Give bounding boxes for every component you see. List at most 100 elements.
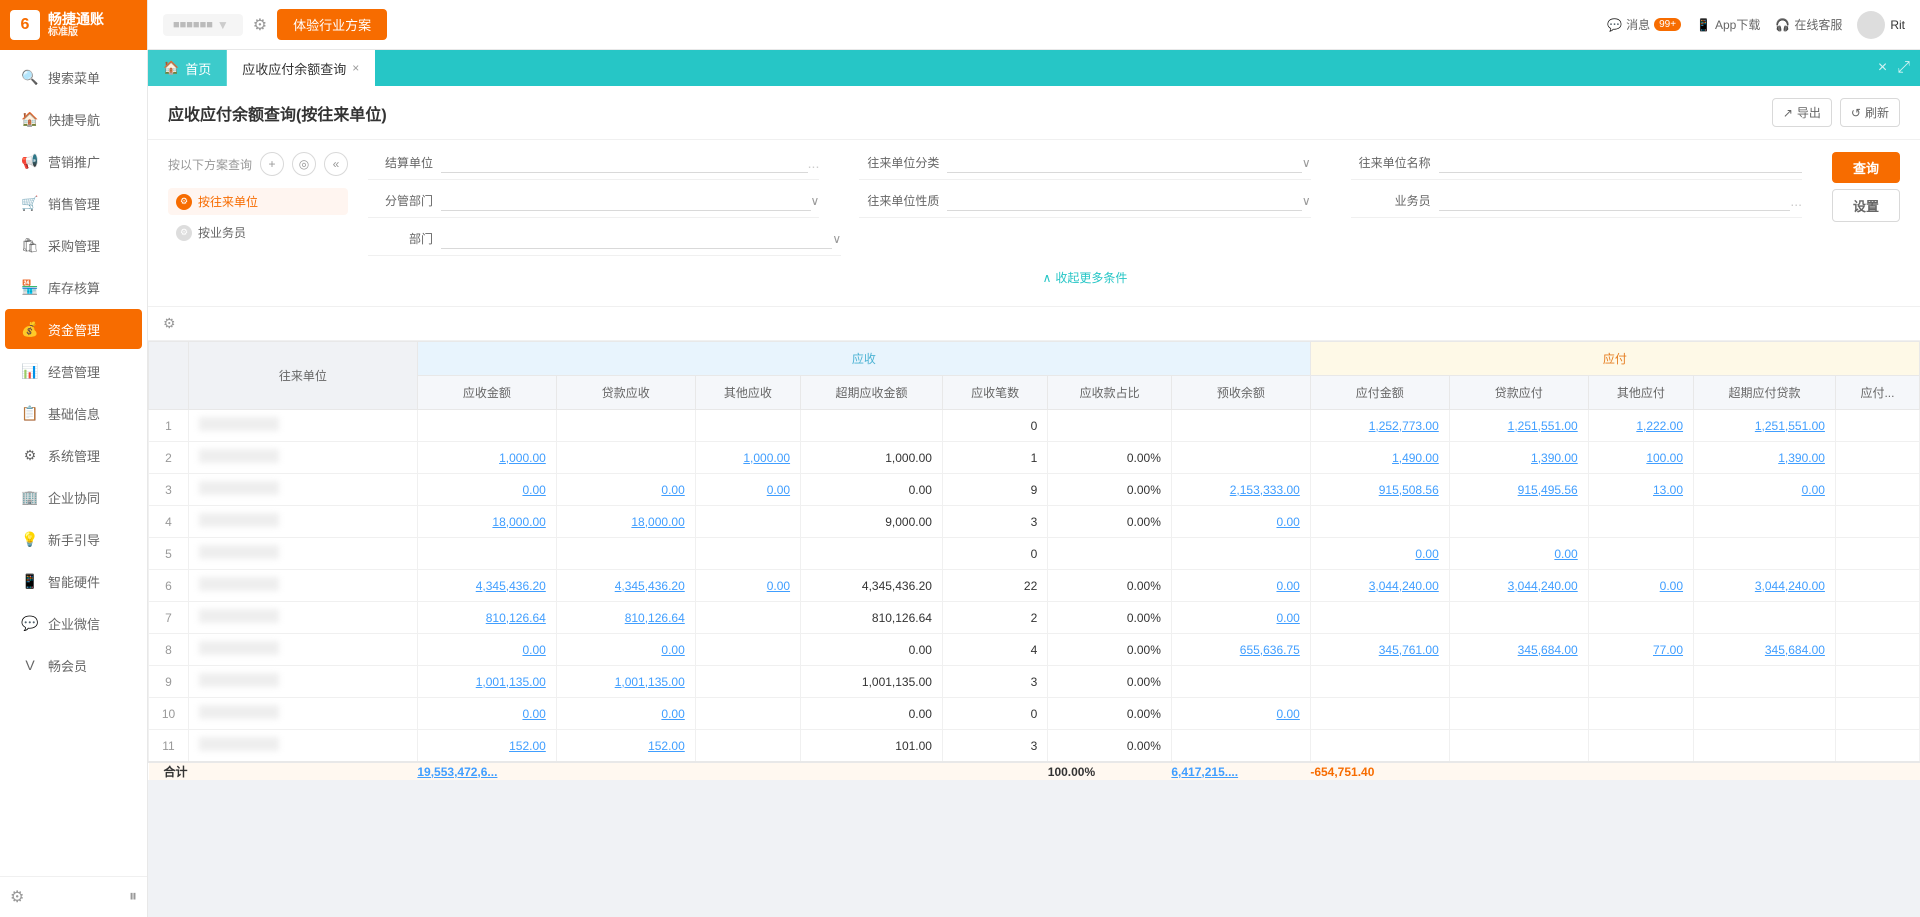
cell-value: 1,000.00: [801, 442, 943, 474]
export-button[interactable]: ↗ 导出: [1772, 98, 1832, 127]
sidebar-item-guide[interactable]: 💡新手引导: [5, 519, 142, 559]
query-button[interactable]: 查询: [1832, 152, 1900, 183]
sidebar-item-search-menu[interactable]: 🔍搜索菜单: [5, 57, 142, 97]
cell-value: 0.00%: [1048, 442, 1172, 474]
footer-overdue-ap: [1694, 762, 1836, 780]
more-filter-icon[interactable]: «: [324, 152, 348, 176]
table-row: 6 4,345,436.20 4,345,436.20 0.00 4,345,4…: [149, 570, 1920, 602]
cell-value: 3: [942, 730, 1047, 763]
tab-close-icon[interactable]: ×: [352, 61, 359, 75]
cell-empty: [1835, 538, 1919, 570]
sidebar-item-basic-info[interactable]: 📋基础信息: [5, 393, 142, 433]
department-input[interactable]: [441, 228, 832, 249]
table-scroll[interactable]: 往来单位 应收 应付 应收金额 贷款应收 其他应收 超期应收金额 应收笔数 应收…: [148, 341, 1920, 780]
sidebar-item-vip[interactable]: V畅会员: [5, 645, 142, 685]
cell-value: 0.00%: [1048, 506, 1172, 538]
partner-nature-input[interactable]: [947, 190, 1302, 211]
cell-value: 1,222.00: [1588, 410, 1693, 442]
dept-label: 分管部门: [368, 192, 433, 209]
sidebar-item-sales[interactable]: 🛒销售管理: [5, 183, 142, 223]
spacer: [819, 152, 859, 180]
sidebar-item-smart-hw[interactable]: 📱智能硬件: [5, 561, 142, 601]
settings-button[interactable]: 设置: [1832, 189, 1900, 222]
tabbar-close-icon[interactable]: ×: [1878, 59, 1887, 77]
collapse-btn[interactable]: ∧ 收起更多条件: [368, 261, 1802, 294]
breadcrumb: ■■■■■■ ▼: [163, 14, 243, 36]
cell-value: 0.00: [1171, 602, 1310, 634]
table-row: 9 1,001,135.00 1,001,135.00 1,001,135.00…: [149, 666, 1920, 698]
salesperson-input[interactable]: [1439, 190, 1791, 211]
spacer4: [1311, 190, 1351, 218]
tab-home[interactable]: 🏠 首页: [148, 50, 227, 86]
logo-icon: 6: [10, 10, 40, 40]
cell-value: 655,636.75: [1171, 634, 1310, 666]
sidebar-item-finance[interactable]: 💰资金管理: [5, 309, 142, 349]
spacer2: [1311, 152, 1351, 180]
cell-empty: [1835, 634, 1919, 666]
tabbar-expand-icon[interactable]: ⤢: [1897, 59, 1910, 77]
collapse-icon: ∧: [1043, 271, 1052, 285]
cell-value: 3,044,240.00: [1310, 570, 1449, 602]
cell-value: 2: [942, 602, 1047, 634]
table-settings-icon[interactable]: ⚙: [163, 315, 176, 332]
partner-cat-arrow: ∨: [1302, 156, 1311, 170]
cell-value: 4,345,436.20: [801, 570, 943, 602]
app-download-item[interactable]: 📱 App下载: [1696, 16, 1760, 33]
sidebar-label-marketing: 营销推广: [48, 152, 100, 171]
sidebar-label-purchase: 采购管理: [48, 236, 100, 255]
cell-no: 10: [149, 698, 189, 730]
cell-value: 0.00: [801, 698, 943, 730]
filter-field-department: 部门 ∨: [368, 228, 841, 256]
settings-icon[interactable]: ⚙: [10, 887, 24, 907]
th-no: [149, 342, 189, 410]
partner-cat-label: 往来单位分类: [859, 154, 939, 171]
settlement-input[interactable]: [441, 152, 808, 173]
sidebar-icon-system: ⚙: [20, 445, 40, 465]
sidebar-label-system: 系统管理: [48, 446, 100, 465]
sidebar-item-enterprise[interactable]: 🏢企业协同: [5, 477, 142, 517]
filter-scheme-by-staff[interactable]: ⚙ 按业务员: [168, 219, 348, 246]
cell-empty: [695, 602, 800, 634]
table-row: 2 1,000.00 1,000.00 1,000.00 1 0.00% 1,4…: [149, 442, 1920, 474]
sidebar-item-operation[interactable]: 📊经营管理: [5, 351, 142, 391]
sidebar-item-inventory[interactable]: 🏪库存核算: [5, 267, 142, 307]
filter-field-settlement: 结算单位 ...: [368, 152, 819, 180]
table-row: 8 0.00 0.00 0.00 4 0.00% 655,636.75 345,…: [149, 634, 1920, 666]
collapse-icon[interactable]: ⏸: [129, 888, 137, 906]
add-filter-icon[interactable]: +: [260, 152, 284, 176]
cell-value: 0.00: [417, 634, 556, 666]
partner-name-input[interactable]: [1439, 152, 1802, 173]
sidebar-item-purchase[interactable]: 🛍采购管理: [5, 225, 142, 265]
user-name: Rit: [1890, 18, 1905, 32]
filter-scheme-panel: 按以下方案查询 + ◎ « ⚙ 按往来单位 ⚙ 按业务员: [168, 152, 348, 294]
support-item[interactable]: 🎧 在线客服: [1775, 16, 1842, 33]
user-profile[interactable]: Rit: [1857, 11, 1905, 39]
cell-empty: [1588, 730, 1693, 763]
sidebar-icon-vip: V: [20, 655, 40, 675]
sidebar-icon-basic-info: 📋: [20, 403, 40, 423]
promo-button[interactable]: 体验行业方案: [277, 9, 387, 40]
topbar-settings-icon[interactable]: ⚙: [253, 15, 267, 35]
th-prepay: 预收余额: [1171, 376, 1310, 410]
tab-ar-ap[interactable]: 应收应付余额查询 ×: [227, 50, 375, 86]
cell-empty: [1835, 698, 1919, 730]
th-loan-ar: 贷款应收: [556, 376, 695, 410]
th-loan-ap: 贷款应付: [1449, 376, 1588, 410]
cell-value: 810,126.64: [801, 602, 943, 634]
cell-value: 3,044,240.00: [1694, 570, 1836, 602]
filter-scheme-by-partner[interactable]: ⚙ 按往来单位: [168, 188, 348, 215]
notification-item[interactable]: 💬 消息 99+: [1607, 16, 1681, 33]
sidebar-item-system[interactable]: ⚙ 系统管理: [5, 435, 142, 475]
dept-input[interactable]: [441, 190, 811, 211]
partner-cat-input[interactable]: [947, 152, 1302, 173]
cell-value: 3,044,240.00: [1449, 570, 1588, 602]
cell-partner: [189, 474, 418, 506]
refresh-button[interactable]: ↺ 刷新: [1840, 98, 1900, 127]
sidebar-item-wechat[interactable]: 💬企业微信: [5, 603, 142, 643]
cell-value: 1,252,773.00: [1310, 410, 1449, 442]
salesperson-dots: ...: [1790, 193, 1802, 209]
cell-value: 0.00: [801, 634, 943, 666]
sidebar-item-marketing[interactable]: 📢营销推广: [5, 141, 142, 181]
edit-filter-icon[interactable]: ◎: [292, 152, 316, 176]
sidebar-item-quick-nav[interactable]: 🏠快捷导航: [5, 99, 142, 139]
